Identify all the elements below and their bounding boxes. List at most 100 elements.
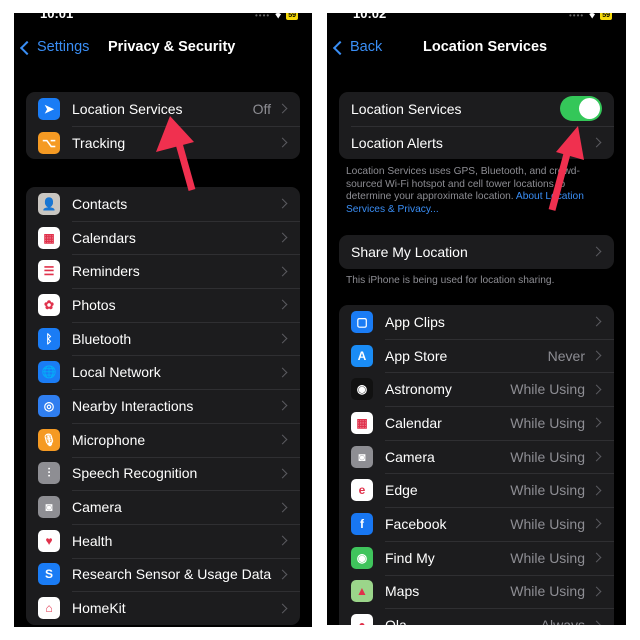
wifi-icon (588, 13, 597, 19)
status-time: 10:01 (40, 13, 74, 21)
list-item[interactable]: ✿ Photos (26, 288, 300, 322)
status-bar: 10:01 •••• 59 (14, 13, 312, 23)
status-bar: 10:02 •••• 59 (327, 13, 626, 23)
item-label: App Clips (385, 313, 445, 330)
chevron-right-icon (277, 434, 288, 445)
chevron-right-icon (277, 198, 288, 209)
location-alerts-label: Location Alerts (351, 134, 443, 151)
chevron-right-icon (277, 266, 288, 277)
location-services-group: Location Services Location Alerts (339, 92, 614, 160)
item-label: Camera (72, 499, 122, 516)
item-value: Never (547, 347, 585, 364)
status-time: 10:02 (353, 13, 387, 21)
item-value: Off (252, 100, 271, 117)
list-item[interactable]: ◉ Astronomy While Using (339, 372, 614, 406)
chevron-right-icon (591, 586, 602, 597)
list-item[interactable]: ● OlaAlways (339, 608, 614, 625)
location-services-screen: 10:02 •••• 59 Back Location Services Loc… (327, 13, 626, 625)
list-item[interactable]: ⌥ Tracking (26, 125, 300, 160)
home-icon: ⌂ (38, 597, 60, 620)
chevron-right-icon (591, 519, 602, 529)
back-button[interactable]: Back (332, 39, 382, 55)
list-item[interactable]: ▦ Calendar While Using (339, 406, 614, 440)
item-label: Location Services (72, 100, 183, 117)
item-label: Edge (385, 482, 418, 499)
back-button[interactable]: Settings (19, 39, 89, 55)
list-item[interactable]: ⫶ Speech Recognition (26, 456, 300, 491)
item-label: Tracking (72, 134, 126, 151)
item-label: Reminders (72, 263, 140, 280)
list-item[interactable]: ▲ Maps While Using (339, 574, 614, 609)
location-tracking-group: ➤ Location Services Off ⌥ Tracking (26, 92, 300, 160)
list-item[interactable]: e Edge While Using (339, 473, 614, 507)
item-value: While Using (510, 381, 585, 398)
list-item[interactable]: 🎙 Microphone (26, 422, 300, 457)
list-item[interactable]: f Facebook While Using (339, 507, 614, 541)
camera-icon: ◙ (38, 496, 60, 519)
chevron-right-icon (277, 232, 288, 243)
list-item[interactable]: ◎ Nearby Interactions (26, 389, 300, 423)
chevron-right-icon (591, 384, 602, 395)
chevron-right-icon (277, 137, 288, 148)
item-value: While Using (510, 515, 585, 532)
item-label: App Store (385, 347, 448, 364)
chevron-left-icon (19, 40, 35, 55)
chevron-right-icon (591, 316, 602, 327)
list-item[interactable]: 🌐 Local Network (26, 355, 300, 389)
item-value: While Using (510, 583, 585, 600)
item-label: Facebook (385, 515, 447, 532)
list-item[interactable]: ᛒ Bluetooth (26, 321, 300, 356)
item-label: Camera (385, 448, 435, 465)
battery-icon: 59 (286, 13, 298, 20)
share-note: This iPhone is being used for location s… (346, 275, 555, 286)
edge-icon: e (351, 479, 373, 502)
share-my-location-row[interactable]: Share My Location (339, 235, 614, 269)
list-item[interactable]: ➤ Location Services Off (26, 92, 300, 126)
heart-icon: ♥ (38, 529, 60, 552)
chevron-right-icon (277, 535, 288, 546)
signal-icon: •••• (569, 13, 585, 20)
list-item[interactable]: ◙ Camera (26, 490, 300, 524)
app-clips-icon: ▢ (351, 310, 373, 333)
list-item[interactable]: ⌂ HomeKit (26, 591, 300, 625)
app-store-icon: A (351, 344, 373, 367)
item-label: HomeKit (72, 600, 126, 617)
item-label: Health (72, 532, 113, 549)
item-label: Speech Recognition (72, 465, 198, 482)
item-value: While Using (510, 482, 585, 499)
nearby-icon: ◎ (38, 394, 60, 417)
battery-icon: 59 (600, 13, 612, 20)
chevron-left-icon (332, 40, 348, 55)
signal-icon: •••• (255, 13, 271, 20)
list-item[interactable]: A App Store Never (339, 338, 614, 373)
chevron-right-icon (591, 417, 602, 428)
chevron-right-icon (277, 333, 288, 344)
list-item[interactable]: ◙ Camera While Using (339, 439, 614, 474)
item-label: Ola (385, 617, 541, 625)
list-item[interactable]: ♥ Health (26, 523, 300, 558)
chevron-right-icon (277, 569, 288, 580)
location-services-toggle[interactable] (560, 96, 602, 122)
item-label: Photos (72, 296, 116, 313)
location-alerts-row[interactable]: Location Alerts (339, 125, 614, 160)
reminders-icon: ☰ (38, 260, 60, 283)
location-services-toggle-row: Location Services (339, 92, 614, 126)
list-item[interactable]: ▢ App Clips (339, 305, 614, 339)
list-item[interactable]: ◉ Find My While Using (339, 540, 614, 575)
list-item[interactable]: S Research Sensor & Usage Data (26, 557, 300, 592)
chevron-right-icon (591, 137, 602, 148)
item-label: Nearby Interactions (72, 397, 194, 414)
calendar-icon: ▦ (38, 226, 60, 249)
chevron-right-icon (277, 299, 288, 310)
chevron-right-icon (591, 246, 602, 257)
list-item[interactable]: 👤 Contacts (26, 187, 300, 221)
list-item[interactable]: ▦ Calendars (26, 220, 300, 255)
item-value: While Using (510, 549, 585, 566)
item-label: Calendars (72, 229, 136, 246)
research-icon: S (38, 563, 60, 586)
chevron-right-icon (591, 350, 602, 361)
page-title: Location Services (423, 39, 548, 55)
privacy-security-screen: 10:01 •••• 59 Settings Privacy & Securit… (14, 13, 312, 627)
list-item[interactable]: ☰ Reminders (26, 254, 300, 288)
location-arrow-icon: ➤ (38, 97, 60, 120)
